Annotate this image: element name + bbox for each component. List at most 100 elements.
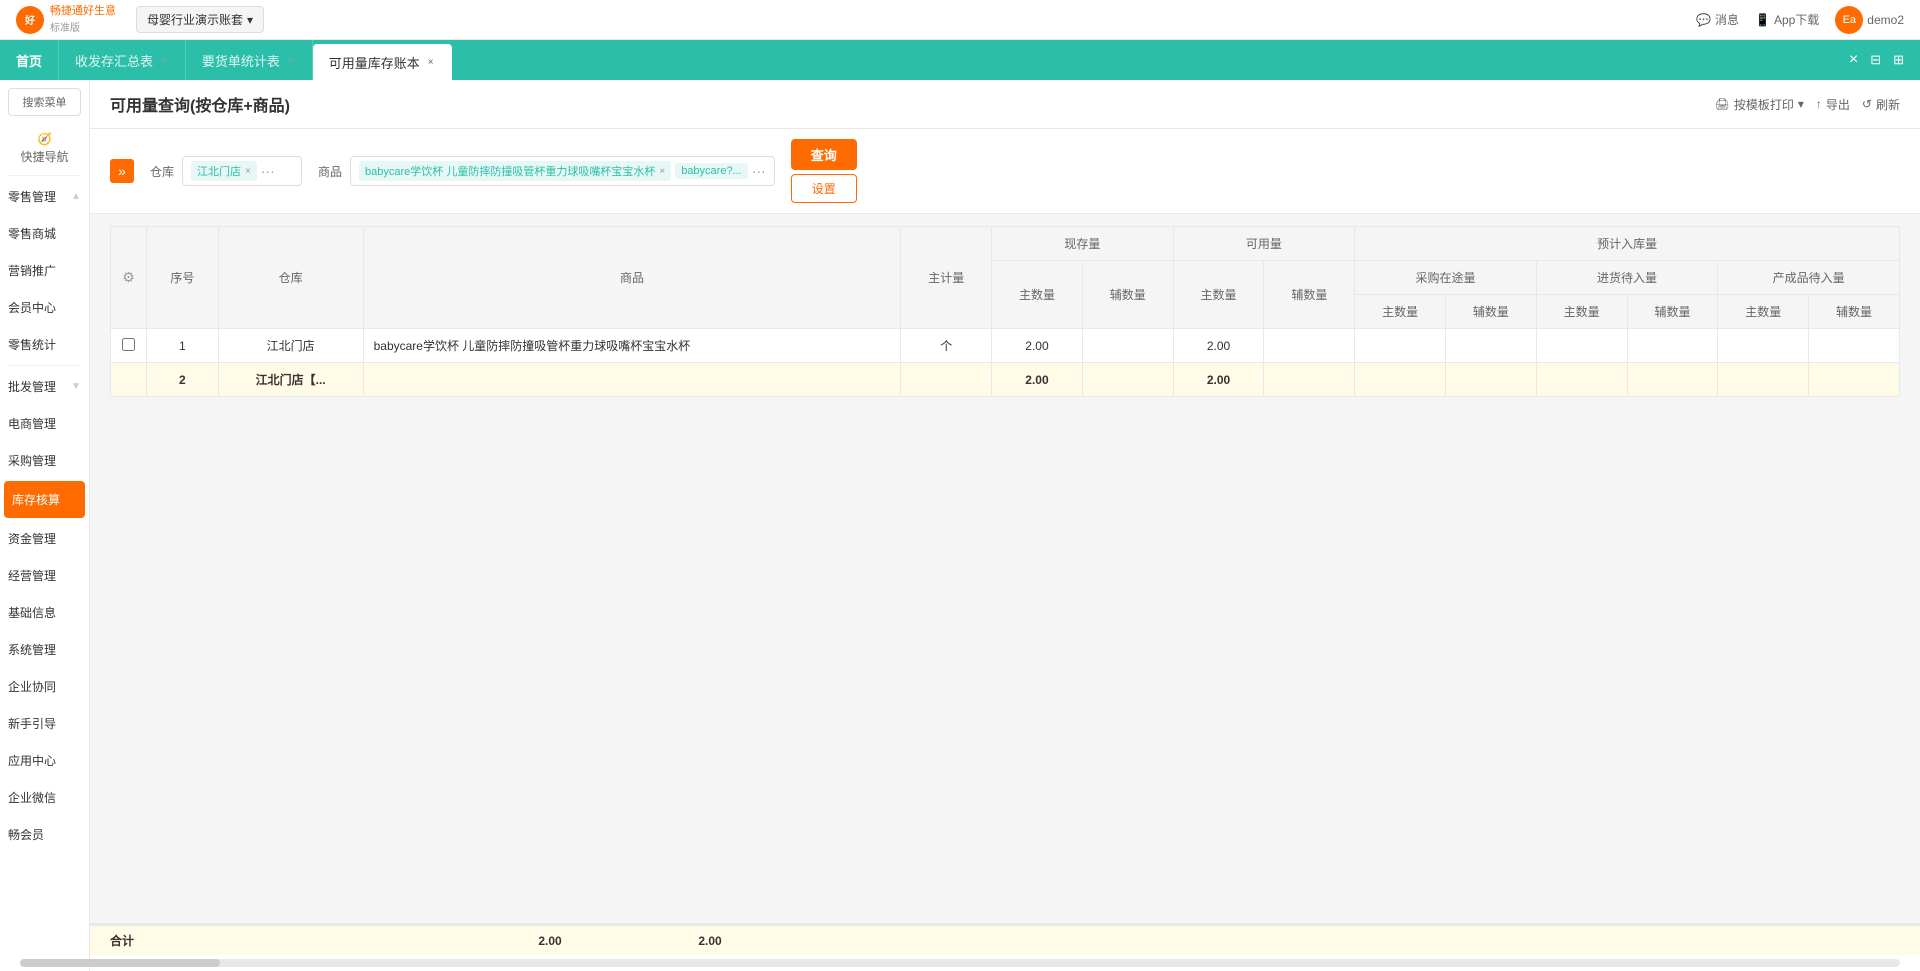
tab-home-label: 首页 bbox=[16, 51, 42, 70]
tab-receipt-label: 收发存汇总表 bbox=[75, 51, 153, 70]
industry-selector[interactable]: 母婴行业演示账套 ▾ bbox=[136, 6, 264, 33]
app-download-btn[interactable]: 📱 App下载 bbox=[1755, 11, 1819, 28]
tab-order-stat-close[interactable]: × bbox=[286, 53, 296, 68]
logo-text-area: 畅捷通好生意 标准版 bbox=[50, 5, 116, 33]
sidebar-item-operation[interactable]: 经营管理 bbox=[0, 557, 89, 594]
sidebar-item-collab[interactable]: 企业协同 bbox=[0, 668, 89, 705]
tab-maximize-btn[interactable]: ⊞ bbox=[1889, 48, 1908, 72]
refresh-btn[interactable]: ↺ 刷新 bbox=[1862, 96, 1900, 113]
sidebar-item-newbie[interactable]: 新手引导 bbox=[0, 705, 89, 742]
query-btn[interactable]: 查询 bbox=[791, 139, 857, 170]
sum-available-main: 2.00 bbox=[670, 934, 750, 948]
phone-icon: 📱 bbox=[1755, 13, 1770, 27]
sidebar: 搜索菜单 🧭 快捷导航 零售管理 ▲ 零售商城 营销推广 会员中心 零售统计 批… bbox=[0, 80, 90, 971]
tab-receipt-close[interactable]: × bbox=[159, 53, 169, 68]
tab-available-stock-close[interactable]: × bbox=[426, 55, 436, 70]
top-bar-left: 好 畅捷通好生意 标准版 母婴行业演示账套 ▾ bbox=[16, 5, 264, 33]
td-warehouse-2: 江北门店【... bbox=[218, 363, 363, 397]
sidebar-item-marketing[interactable]: 营销推广 bbox=[0, 252, 89, 289]
th-forecast-group: 预计入库量 bbox=[1355, 227, 1900, 261]
th-product-sub: 辅数量 bbox=[1809, 295, 1900, 329]
th-stock-sub: 辅数量 bbox=[1082, 261, 1173, 329]
filter-warehouse-tag-close[interactable]: × bbox=[245, 166, 251, 177]
sidebar-item-inventory[interactable]: 库存核算 bbox=[4, 481, 85, 518]
filter-warehouse-input[interactable]: 江北门店 × ··· bbox=[182, 156, 302, 186]
tab-minimize-btn[interactable]: ⊟ bbox=[1866, 48, 1885, 72]
tab-close-all-btn[interactable]: × bbox=[1845, 47, 1862, 73]
quick-nav-btn[interactable]: 🧭 快捷导航 bbox=[0, 124, 89, 173]
th-unit: 主计量 bbox=[901, 227, 992, 329]
th-product-group: 产成品待入量 bbox=[1718, 261, 1900, 295]
sidebar-item-wholesale[interactable]: 批发管理 ▼ bbox=[0, 368, 89, 405]
filter-product-tag1: babycare学饮杯 儿童防摔防撞吸管杯重力球吸嘴杯宝宝水杯 × bbox=[359, 161, 671, 181]
row-checkbox-1[interactable] bbox=[122, 338, 135, 351]
print-icon: 🖨 bbox=[1715, 97, 1730, 111]
sidebar-item-retail[interactable]: 零售管理 ▲ bbox=[0, 178, 89, 215]
sidebar-item-retail-mall[interactable]: 零售商城 bbox=[0, 215, 89, 252]
td-checkbox[interactable] bbox=[111, 329, 147, 363]
th-inbound-main: 主数量 bbox=[1536, 295, 1627, 329]
th-available-sub: 辅数量 bbox=[1264, 261, 1355, 329]
td-inbound-main-1 bbox=[1536, 329, 1627, 363]
filter-product-tag1-close[interactable]: × bbox=[659, 166, 665, 177]
table-row-sum-1: 2 江北门店【... 2.00 2.00 bbox=[111, 363, 1900, 397]
sidebar-item-system[interactable]: 系统管理 bbox=[0, 631, 89, 668]
refresh-icon: ↺ bbox=[1862, 97, 1872, 111]
user-avatar-area[interactable]: Ea demo2 bbox=[1835, 6, 1904, 34]
td-product-main-2 bbox=[1718, 363, 1809, 397]
sidebar-item-finance[interactable]: 资金管理 bbox=[0, 520, 89, 557]
sidebar-item-basic[interactable]: 基础信息 bbox=[0, 594, 89, 631]
td-product-main-1 bbox=[1718, 329, 1809, 363]
td-available-sub-2 bbox=[1264, 363, 1355, 397]
td-inbound-sub-1 bbox=[1627, 329, 1718, 363]
print-btn[interactable]: 🖨 按模板打印 ▾ bbox=[1715, 96, 1804, 113]
chevron-icon-wholesale: ▼ bbox=[71, 381, 81, 392]
page-title: 可用量查询(按仓库+商品) bbox=[110, 92, 290, 128]
filter-bar: » 仓库 江北门店 × ··· 商品 babycare学饮杯 儿童防摔防撞吸管杯… bbox=[90, 129, 1920, 214]
setting-btn[interactable]: 设置 bbox=[791, 174, 857, 203]
sidebar-item-retail-stat[interactable]: 零售统计 bbox=[0, 326, 89, 363]
td-purchase-sub-2 bbox=[1446, 363, 1537, 397]
sidebar-item-appstore[interactable]: 应用中心 bbox=[0, 742, 89, 779]
td-unit-1: 个 bbox=[901, 329, 992, 363]
gear-settings-icon[interactable]: ⚙ bbox=[122, 269, 135, 285]
chevron-down-icon-print: ▾ bbox=[1798, 97, 1804, 111]
sidebar-item-member[interactable]: 会员中心 bbox=[0, 289, 89, 326]
tab-order-stat[interactable]: 要货单统计表 × bbox=[186, 40, 313, 80]
export-btn[interactable]: ↑ 导出 bbox=[1816, 96, 1850, 113]
filter-warehouse-more[interactable]: ··· bbox=[261, 163, 275, 179]
industry-label: 母婴行业演示账套 bbox=[147, 11, 243, 28]
logo-icon: 好 bbox=[16, 6, 44, 34]
top-bar-right: 💬 消息 📱 App下载 Ea demo2 bbox=[1696, 6, 1904, 34]
sidebar-item-member2[interactable]: 畅会员 bbox=[0, 816, 89, 853]
scrollbar-thumb[interactable] bbox=[90, 959, 220, 967]
filter-toggle-btn[interactable]: » bbox=[110, 159, 134, 183]
logo-text: 畅捷通好生意 bbox=[50, 5, 116, 18]
tab-home[interactable]: 首页 bbox=[0, 40, 59, 80]
td-warehouse-1: 江北门店 bbox=[218, 329, 363, 363]
filter-product-input[interactable]: babycare学饮杯 儿童防摔防撞吸管杯重力球吸嘴杯宝宝水杯 × babyca… bbox=[350, 156, 775, 186]
tab-receipt[interactable]: 收发存汇总表 × bbox=[59, 40, 186, 80]
content-area: 可用量查询(按仓库+商品) 🖨 按模板打印 ▾ ↑ 导出 ↺ 刷新 » bbox=[90, 80, 1920, 971]
filter-warehouse-label: 仓库 bbox=[150, 163, 174, 180]
filter-product-tag2: babycare?... bbox=[675, 163, 748, 179]
td-available-sub-1 bbox=[1264, 329, 1355, 363]
filter-product-label: 商品 bbox=[318, 163, 342, 180]
chevron-icon-retail: ▲ bbox=[71, 191, 81, 202]
message-btn[interactable]: 💬 消息 bbox=[1696, 11, 1739, 28]
td-stock-main-2: 2.00 bbox=[992, 363, 1083, 397]
filter-warehouse-tag: 江北门店 × bbox=[191, 161, 257, 181]
compass-icon: 🧭 bbox=[37, 132, 52, 146]
th-product: 商品 bbox=[363, 227, 901, 329]
avatar: Ea bbox=[1835, 6, 1863, 34]
sidebar-item-purchase[interactable]: 采购管理 bbox=[0, 442, 89, 479]
search-menu-btn[interactable]: 搜索菜单 bbox=[8, 88, 81, 116]
th-product-main: 主数量 bbox=[1718, 295, 1809, 329]
sidebar-item-wechat[interactable]: 企业微信 bbox=[0, 779, 89, 816]
td-product-2 bbox=[363, 363, 901, 397]
filter-product-more[interactable]: ··· bbox=[752, 163, 766, 179]
td-inbound-main-2 bbox=[1536, 363, 1627, 397]
tab-available-stock[interactable]: 可用量库存账本 × bbox=[313, 44, 452, 80]
td-stock-sub-1 bbox=[1082, 329, 1173, 363]
sidebar-item-ecom[interactable]: 电商管理 bbox=[0, 405, 89, 442]
